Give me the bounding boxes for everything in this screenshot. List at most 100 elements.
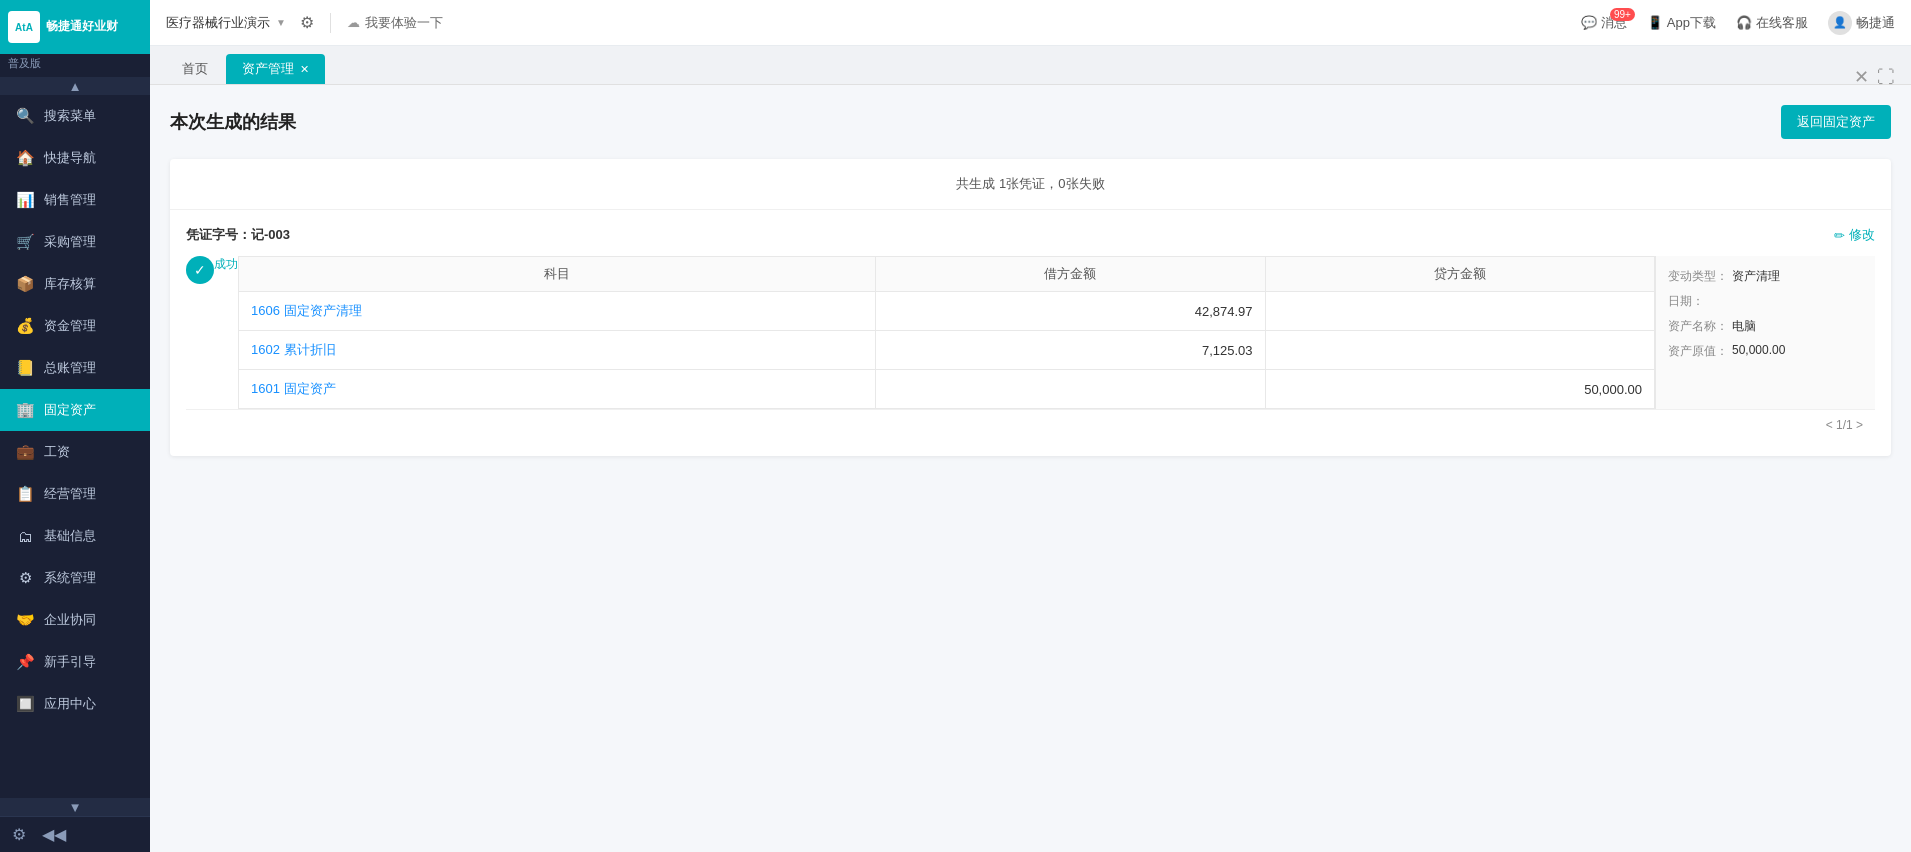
voucher-main: ✓ 成功 科目 借方金额 贷方金额 bbox=[186, 256, 1875, 409]
debit-cell bbox=[876, 370, 1265, 409]
sidebar-item-search[interactable]: 🔍 搜索菜单 bbox=[0, 95, 150, 137]
header: 医疗器械行业演示 ▼ ⚙ ☁ 我要体验一下 💬 消息 99+ 📱 App下载 🎧… bbox=[150, 0, 1911, 46]
sidebar: AtA 畅捷通好业财 普及版 ▲ 🔍 搜索菜单 🏠 快捷导航 📊 销售管理 🛒 … bbox=[0, 0, 150, 852]
message-badge: 99+ bbox=[1610, 8, 1635, 21]
debit-cell: 42,874.97 bbox=[876, 292, 1265, 331]
basic-info-icon: 🗂 bbox=[16, 527, 34, 545]
tabs-bar: 首页 资产管理 ✕ bbox=[150, 46, 1911, 85]
credit-cell: 50,000.00 bbox=[1265, 370, 1654, 409]
sidebar-bottom: ⚙ ◀◀ bbox=[0, 816, 150, 852]
sidebar-edition: 普及版 bbox=[0, 54, 150, 77]
change-type-value: 资产清理 bbox=[1732, 268, 1780, 285]
username: 畅捷通 bbox=[1856, 14, 1895, 32]
experience-label: 我要体验一下 bbox=[365, 14, 443, 32]
settings-icon[interactable]: ⚙ bbox=[12, 825, 26, 844]
subject-cell: 1606 固定资产清理 bbox=[239, 292, 876, 331]
sidebar-nav: 🔍 搜索菜单 🏠 快捷导航 📊 销售管理 🛒 采购管理 📦 库存核算 💰 资金管… bbox=[0, 95, 150, 798]
sidebar-item-basic-info[interactable]: 🗂 基础信息 bbox=[0, 515, 150, 557]
sidebar-item-app-center[interactable]: 🔲 应用中心 bbox=[0, 683, 150, 725]
header-divider bbox=[330, 13, 331, 33]
col-subject: 科目 bbox=[239, 257, 876, 292]
edit-button[interactable]: ✏ 修改 bbox=[1834, 226, 1875, 244]
asset-name-value: 电脑 bbox=[1732, 318, 1756, 335]
app-center-icon: 🔲 bbox=[16, 695, 34, 713]
purchase-icon: 🛒 bbox=[16, 233, 34, 251]
asset-value-label: 资产原值： bbox=[1668, 343, 1728, 360]
fixed-assets-icon: 🏢 bbox=[16, 401, 34, 419]
tab-asset-management[interactable]: 资产管理 ✕ bbox=[226, 54, 325, 84]
app-download-button[interactable]: 📱 App下载 bbox=[1647, 14, 1716, 32]
main-area: 医疗器械行业演示 ▼ ⚙ ☁ 我要体验一下 💬 消息 99+ 📱 App下载 🎧… bbox=[150, 0, 1911, 852]
asset-value-value: 50,000.00 bbox=[1732, 343, 1785, 357]
gear-icon[interactable]: ⚙ bbox=[300, 13, 314, 32]
system-icon: ⚙ bbox=[16, 569, 34, 587]
voucher-header: 凭证字号：记-003 ✏ 修改 bbox=[186, 226, 1875, 244]
side-info-asset-name: 资产名称： 电脑 bbox=[1668, 318, 1863, 335]
side-info-change-type: 变动类型： 资产清理 bbox=[1668, 268, 1863, 285]
app-download-label: App下载 bbox=[1667, 14, 1716, 32]
result-summary: 共生成 1张凭证，0张失败 bbox=[170, 159, 1891, 210]
sidebar-item-cooperation[interactable]: 🤝 企业协同 bbox=[0, 599, 150, 641]
table-row: 1601 固定资产 50,000.00 bbox=[239, 370, 1655, 409]
operations-icon: 📋 bbox=[16, 485, 34, 503]
chevron-down-icon: ▼ bbox=[276, 17, 286, 28]
asset-name-label: 资产名称： bbox=[1668, 318, 1728, 335]
experience-button[interactable]: ☁ 我要体验一下 bbox=[347, 14, 443, 32]
table-row: 1606 固定资产清理 42,874.97 bbox=[239, 292, 1655, 331]
sidebar-item-label: 新手引导 bbox=[44, 653, 96, 671]
sidebar-item-label: 销售管理 bbox=[44, 191, 96, 209]
sidebar-item-label: 总账管理 bbox=[44, 359, 96, 377]
close-panel-button[interactable]: ✕ bbox=[1854, 66, 1869, 88]
edit-icon: ✏ bbox=[1834, 228, 1845, 243]
voucher-table: 科目 借方金额 贷方金额 1606 固定资产清理 42,874.97 bbox=[238, 256, 1655, 409]
logo-text: 畅捷通好业财 bbox=[46, 19, 118, 35]
salary-icon: 💼 bbox=[16, 443, 34, 461]
sidebar-item-guide[interactable]: 📌 新手引导 bbox=[0, 641, 150, 683]
home-icon: 🏠 bbox=[16, 149, 34, 167]
success-icon: ✓ bbox=[186, 256, 214, 284]
cloud-icon: ☁ bbox=[347, 15, 360, 30]
return-button[interactable]: 返回固定资产 bbox=[1781, 105, 1891, 139]
col-credit: 贷方金额 bbox=[1265, 257, 1654, 292]
sidebar-item-label: 应用中心 bbox=[44, 695, 96, 713]
sidebar-item-fixed-assets[interactable]: 🏢 固定资产 bbox=[0, 389, 150, 431]
sidebar-item-finance[interactable]: 💰 资金管理 bbox=[0, 305, 150, 347]
col-debit: 借方金额 bbox=[876, 257, 1265, 292]
subject-cell: 1601 固定资产 bbox=[239, 370, 876, 409]
credit-cell bbox=[1265, 331, 1654, 370]
date-label: 日期： bbox=[1668, 293, 1704, 310]
message-button[interactable]: 💬 消息 99+ bbox=[1581, 14, 1627, 32]
side-info-asset-value: 资产原值： 50,000.00 bbox=[1668, 343, 1863, 360]
user-menu[interactable]: 👤 畅捷通 bbox=[1828, 11, 1895, 35]
sidebar-item-purchase[interactable]: 🛒 采购管理 bbox=[0, 221, 150, 263]
company-selector[interactable]: 医疗器械行业演示 ▼ bbox=[166, 14, 286, 32]
sidebar-item-operations[interactable]: 📋 经营管理 bbox=[0, 473, 150, 515]
debit-cell: 7,125.03 bbox=[876, 331, 1265, 370]
sidebar-item-ledger[interactable]: 📒 总账管理 bbox=[0, 347, 150, 389]
voucher-table-wrap: 科目 借方金额 贷方金额 1606 固定资产清理 42,874.97 bbox=[238, 256, 1655, 409]
sidebar-item-label: 系统管理 bbox=[44, 569, 96, 587]
sidebar-item-system[interactable]: ⚙ 系统管理 bbox=[0, 557, 150, 599]
online-service-button[interactable]: 🎧 在线客服 bbox=[1736, 14, 1808, 32]
company-name: 医疗器械行业演示 bbox=[166, 14, 270, 32]
sidebar-item-quick-nav[interactable]: 🏠 快捷导航 bbox=[0, 137, 150, 179]
tab-close-icon[interactable]: ✕ bbox=[300, 63, 309, 76]
sidebar-item-label: 采购管理 bbox=[44, 233, 96, 251]
sidebar-scroll-up[interactable]: ▲ bbox=[0, 77, 150, 95]
tab-home[interactable]: 首页 bbox=[166, 54, 224, 84]
expand-panel-button[interactable]: ⛶ bbox=[1877, 66, 1895, 88]
table-row: 1602 累计折旧 7,125.03 bbox=[239, 331, 1655, 370]
sidebar-item-inventory[interactable]: 📦 库存核算 bbox=[0, 263, 150, 305]
page-title: 本次生成的结果 bbox=[170, 110, 296, 134]
status-text: 成功 bbox=[214, 256, 238, 409]
finance-icon: 💰 bbox=[16, 317, 34, 335]
logo-icon: AtA bbox=[8, 11, 40, 43]
sidebar-item-label: 经营管理 bbox=[44, 485, 96, 503]
sidebar-item-sales[interactable]: 📊 销售管理 bbox=[0, 179, 150, 221]
collapse-icon[interactable]: ◀◀ bbox=[42, 825, 66, 844]
sidebar-scroll-down[interactable]: ▼ bbox=[0, 798, 150, 816]
side-info-date: 日期： bbox=[1668, 293, 1863, 310]
sidebar-item-label: 基础信息 bbox=[44, 527, 96, 545]
sidebar-item-salary[interactable]: 💼 工资 bbox=[0, 431, 150, 473]
sidebar-item-label: 企业协同 bbox=[44, 611, 96, 629]
